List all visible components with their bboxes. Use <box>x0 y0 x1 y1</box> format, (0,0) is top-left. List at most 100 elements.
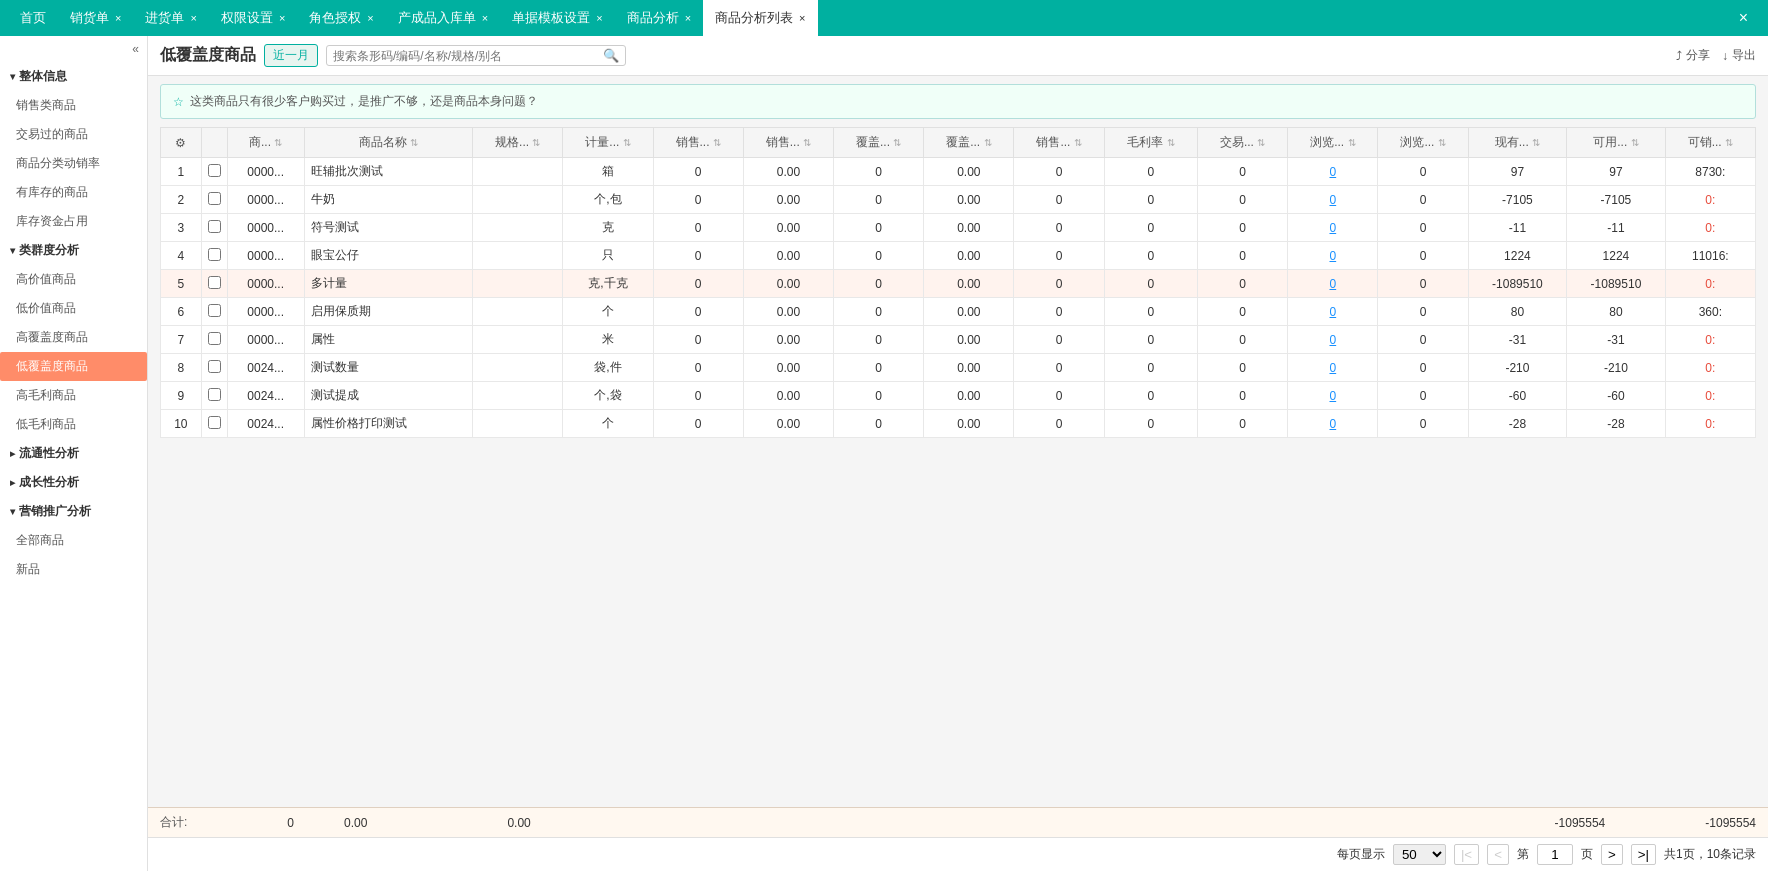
col-sales-qty[interactable]: 销售... ⇅ <box>653 128 743 158</box>
nav-sales[interactable]: 销货单 × <box>58 0 133 36</box>
col-available-stock[interactable]: 可用... ⇅ <box>1567 128 1666 158</box>
nav-product-analysis-close[interactable]: × <box>685 12 691 24</box>
cell-checkbox[interactable] <box>201 410 227 438</box>
col-cover-qty[interactable]: 覆盖... ⇅ <box>834 128 924 158</box>
cell-browse-count[interactable]: 0 <box>1288 186 1378 214</box>
nav-product-inbound-close[interactable]: × <box>482 12 488 24</box>
col-browse-count[interactable]: 浏览... ⇅ <box>1288 128 1378 158</box>
nav-product-analysis[interactable]: 商品分析 × <box>615 0 703 36</box>
col-current-stock[interactable]: 现有... ⇅ <box>1468 128 1567 158</box>
sidebar-item-stock-goods[interactable]: 有库存的商品 <box>0 178 147 207</box>
sidebar-section-overall[interactable]: ▾ 整体信息 <box>0 62 147 91</box>
cell-checkbox[interactable] <box>201 326 227 354</box>
cell-checkbox[interactable] <box>201 298 227 326</box>
cell-checkbox[interactable] <box>201 214 227 242</box>
nav-role-auth[interactable]: 角色授权 × <box>297 0 385 36</box>
cell-checkbox[interactable] <box>201 354 227 382</box>
sidebar-item-traded-goods[interactable]: 交易过的商品 <box>0 120 147 149</box>
sidebar-section-marketing[interactable]: ▾ 营销推广分析 <box>0 497 147 526</box>
cell-trade-count: 0 <box>1198 214 1288 242</box>
row-checkbox[interactable] <box>208 332 221 345</box>
nav-sales-close[interactable]: × <box>115 12 121 24</box>
row-checkbox[interactable] <box>208 192 221 205</box>
cell-cover-amt: 0.00 <box>924 186 1014 214</box>
row-checkbox[interactable] <box>208 248 221 261</box>
cell-gross-margin: 0 <box>1104 326 1197 354</box>
nav-permissions-close[interactable]: × <box>279 12 285 24</box>
sidebar-item-high-margin[interactable]: 高毛利商品 <box>0 381 147 410</box>
nav-template-close[interactable]: × <box>596 12 602 24</box>
search-input[interactable] <box>333 49 603 63</box>
cell-checkbox[interactable] <box>201 242 227 270</box>
col-sales-count[interactable]: 销售... ⇅ <box>1014 128 1104 158</box>
row-checkbox[interactable] <box>208 276 221 289</box>
page-number-input[interactable] <box>1537 844 1573 865</box>
row-checkbox[interactable] <box>208 416 221 429</box>
cell-browse-count[interactable]: 0 <box>1288 382 1378 410</box>
col-settings[interactable]: ⚙ <box>161 128 202 158</box>
cell-browse-count[interactable]: 0 <box>1288 326 1378 354</box>
nav-purchase-close[interactable]: × <box>190 12 196 24</box>
nav-purchase[interactable]: 进货单 × <box>133 0 208 36</box>
row-checkbox[interactable] <box>208 220 221 233</box>
prev-page-button[interactable]: < <box>1487 844 1509 865</box>
col-name[interactable]: 商品名称 ⇅ <box>304 128 473 158</box>
col-spec[interactable]: 规格... ⇅ <box>473 128 563 158</box>
nav-product-analysis-list[interactable]: 商品分析列表 × <box>703 0 817 36</box>
cell-unit: 只 <box>563 242 653 270</box>
col-browse-amt[interactable]: 浏览... ⇅ <box>1378 128 1468 158</box>
nav-template-settings[interactable]: 单据模板设置 × <box>500 0 614 36</box>
cell-checkbox[interactable] <box>201 186 227 214</box>
row-checkbox[interactable] <box>208 360 221 373</box>
row-checkbox[interactable] <box>208 388 221 401</box>
row-checkbox[interactable] <box>208 304 221 317</box>
nav-role-auth-close[interactable]: × <box>367 12 373 24</box>
sidebar-item-low-value[interactable]: 低价值商品 <box>0 294 147 323</box>
cell-browse-count[interactable]: 0 <box>1288 410 1378 438</box>
sidebar-section-cluster[interactable]: ▾ 类群度分析 <box>0 236 147 265</box>
col-gross-margin[interactable]: 毛利率 ⇅ <box>1104 128 1197 158</box>
sidebar-section-growth[interactable]: ▸ 成长性分析 <box>0 468 147 497</box>
col-code[interactable]: 商... ⇅ <box>227 128 304 158</box>
nav-permissions[interactable]: 权限设置 × <box>209 0 297 36</box>
cell-browse-count[interactable]: 0 <box>1288 298 1378 326</box>
sidebar-item-sales-goods[interactable]: 销售类商品 <box>0 91 147 120</box>
cell-checkbox[interactable] <box>201 382 227 410</box>
sidebar-item-all-goods[interactable]: 全部商品 <box>0 526 147 555</box>
sidebar-item-new-goods[interactable]: 新品 <box>0 555 147 584</box>
col-cover-amt[interactable]: 覆盖... ⇅ <box>924 128 1014 158</box>
cell-checkbox[interactable] <box>201 158 227 186</box>
col-sales-amt[interactable]: 销售... ⇅ <box>743 128 833 158</box>
last-page-button[interactable]: >| <box>1631 844 1656 865</box>
share-button[interactable]: ⤴ 分享 <box>1676 47 1710 64</box>
time-filter-button[interactable]: 近一月 <box>264 44 318 67</box>
sidebar-item-low-margin[interactable]: 低毛利商品 <box>0 410 147 439</box>
cell-browse-count[interactable]: 0 <box>1288 270 1378 298</box>
nav-product-analysis-list-close[interactable]: × <box>799 12 805 24</box>
first-page-button[interactable]: |< <box>1454 844 1479 865</box>
nav-home[interactable]: 首页 <box>8 0 58 36</box>
cell-browse-count[interactable]: 0 <box>1288 214 1378 242</box>
export-button[interactable]: ↓ 导出 <box>1722 47 1756 64</box>
sidebar-item-high-value[interactable]: 高价值商品 <box>0 265 147 294</box>
sort-icon-code: ⇅ <box>274 137 282 148</box>
next-page-button[interactable]: > <box>1601 844 1623 865</box>
col-sellable-stock[interactable]: 可销... ⇅ <box>1665 128 1755 158</box>
cell-browse-count[interactable]: 0 <box>1288 354 1378 382</box>
per-page-select[interactable]: 50 100 200 <box>1393 844 1446 865</box>
cell-browse-count[interactable]: 0 <box>1288 242 1378 270</box>
nav-product-inbound[interactable]: 产成品入库单 × <box>386 0 500 36</box>
sidebar-section-circulation[interactable]: ▸ 流通性分析 <box>0 439 147 468</box>
settings-icon[interactable]: ⚙ <box>175 136 186 150</box>
window-close-button[interactable]: × <box>1727 9 1760 27</box>
col-trade-count[interactable]: 交易... ⇅ <box>1198 128 1288 158</box>
sidebar-item-category-sales-rate[interactable]: 商品分类动销率 <box>0 149 147 178</box>
col-unit[interactable]: 计量... ⇅ <box>563 128 653 158</box>
sidebar-item-stock-capital[interactable]: 库存资金占用 <box>0 207 147 236</box>
cell-checkbox[interactable] <box>201 270 227 298</box>
sidebar-item-low-coverage[interactable]: 低覆盖度商品 <box>0 352 147 381</box>
cell-browse-count[interactable]: 0 <box>1288 158 1378 186</box>
sidebar-item-high-coverage[interactable]: 高覆盖度商品 <box>0 323 147 352</box>
sidebar-collapse-button[interactable]: « <box>0 36 147 62</box>
row-checkbox[interactable] <box>208 164 221 177</box>
